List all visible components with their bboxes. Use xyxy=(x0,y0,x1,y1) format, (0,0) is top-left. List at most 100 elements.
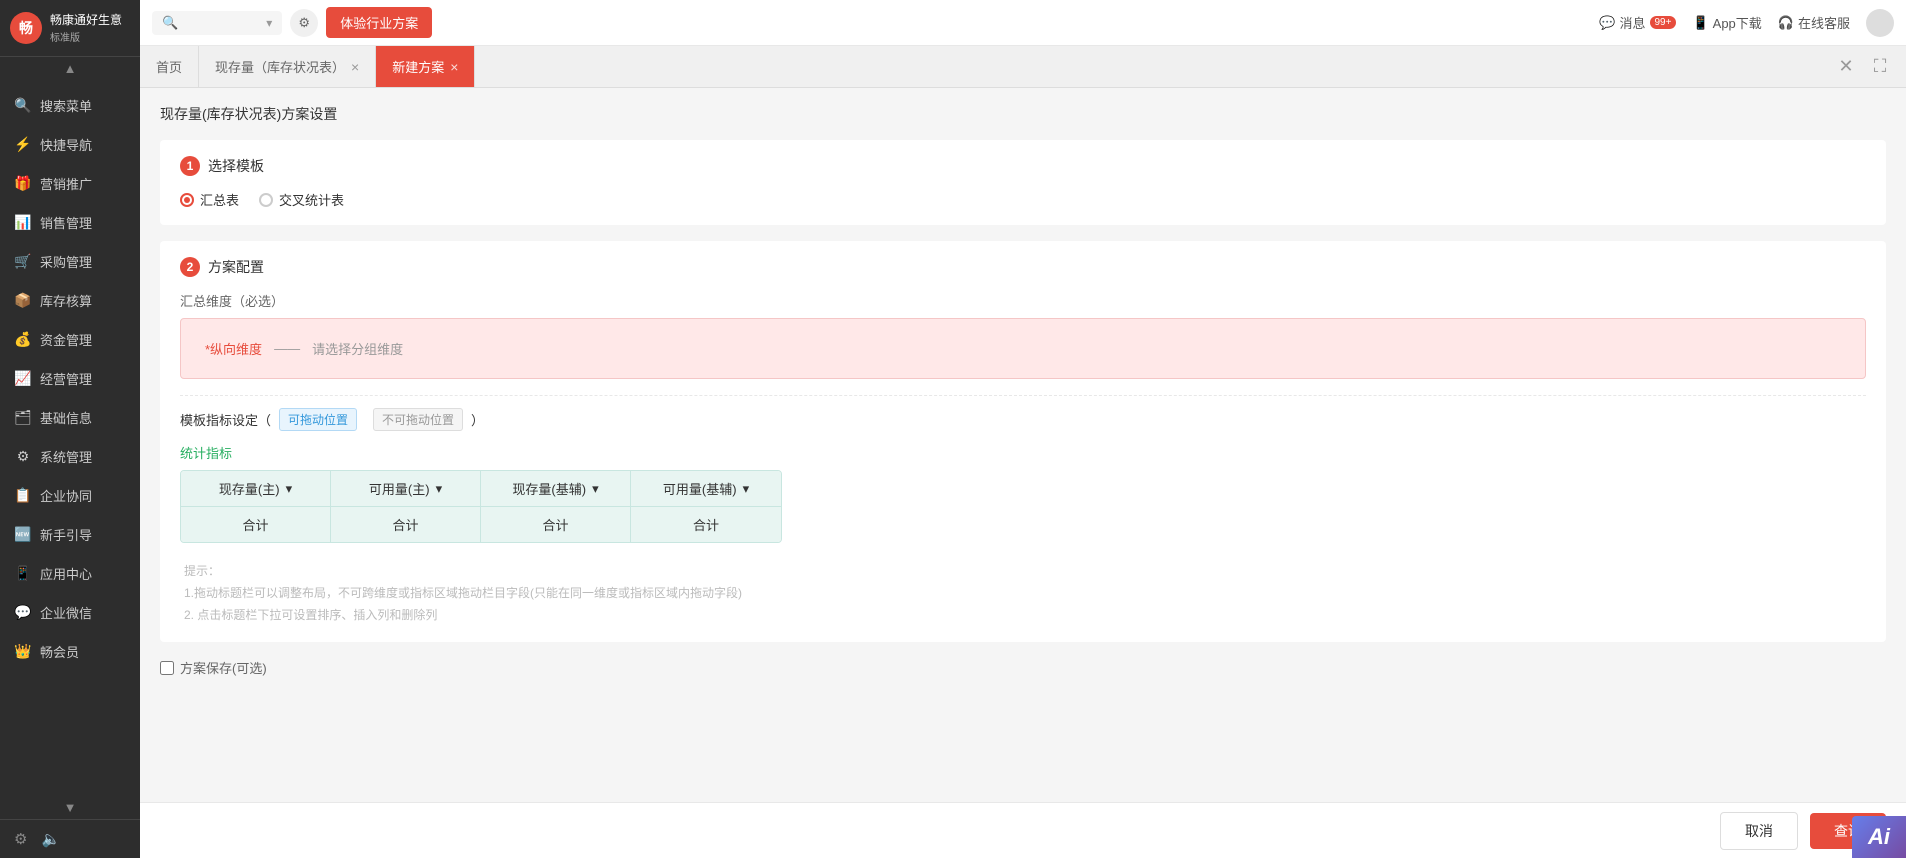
online-service-btn[interactable]: 🎧 在线客服 xyxy=(1778,13,1850,32)
tips-item-0: 1.拖动标题栏可以调整布局，不可跨维度或指标区域拖动栏目字段(只能在同一维度或指… xyxy=(184,583,1862,605)
sidebar-item-guide[interactable]: 🆕 新手引导 xyxy=(0,515,140,554)
stats-col-1-title: 可用量(主) xyxy=(369,479,430,498)
stats-col-2-header: 现存量(基辅) ▾ xyxy=(481,471,630,507)
template-options: 汇总表 交叉统计表 xyxy=(180,190,1866,209)
app-download-btn[interactable]: 📱 App下载 xyxy=(1692,13,1761,32)
tab-new-plan[interactable]: 新建方案 × xyxy=(376,46,475,87)
sidebar-item-system-label: 系统管理 xyxy=(40,447,92,466)
tab-inventory-close[interactable]: × xyxy=(351,60,359,74)
sidebar-item-finance-label: 资金管理 xyxy=(40,330,92,349)
volume-icon[interactable]: 🔈 xyxy=(41,830,60,848)
sidebar-item-marketing-label: 营销推广 xyxy=(40,174,92,193)
stats-table: 现存量(主) ▾ 合计 可用量(主) ▾ 合计 xyxy=(180,470,782,543)
sidebar-item-marketing[interactable]: 🎁 营销推广 xyxy=(0,164,140,203)
metrics-settings-label: 模板指标设定（ 可拖动位置 不可拖动位置 ） xyxy=(180,408,1866,431)
sidebar-item-sales[interactable]: 📊 销售管理 xyxy=(0,203,140,242)
sidebar-item-inventory[interactable]: 📦 库存核算 xyxy=(0,281,140,320)
message-btn[interactable]: 💬 消息 99+ xyxy=(1599,13,1676,32)
sidebar-item-sales-label: 销售管理 xyxy=(40,213,92,232)
online-service-label: 在线客服 xyxy=(1798,13,1850,32)
topbar-search-icon: 🔍 xyxy=(162,15,178,31)
guide-icon: 🆕 xyxy=(14,526,32,544)
headset-icon: 🎧 xyxy=(1778,15,1794,31)
sales-icon: 📊 xyxy=(14,214,32,232)
operations-icon: 📈 xyxy=(14,370,32,388)
stats-col-0-header: 现存量(主) ▾ xyxy=(181,471,330,507)
sidebar-item-finance[interactable]: 💰 资金管理 xyxy=(0,320,140,359)
stats-col-0-body: 合计 xyxy=(181,507,330,542)
sidebar-item-app-center-label: 应用中心 xyxy=(40,564,92,583)
col-3-chevron[interactable]: ▾ xyxy=(743,481,750,497)
tips-section: 提示： 1.拖动标题栏可以调整布局，不可跨维度或指标区域拖动栏目字段(只能在同一… xyxy=(180,562,1866,626)
radio-summary[interactable]: 汇总表 xyxy=(180,190,239,209)
stats-col-0-title: 现存量(主) xyxy=(219,479,280,498)
tab-new-plan-close[interactable]: × xyxy=(450,60,458,74)
radio-summary-btn[interactable] xyxy=(180,193,194,207)
inventory-icon: 📦 xyxy=(14,292,32,310)
topbar-settings-btn[interactable]: ⚙ xyxy=(290,9,318,37)
tabs-bar: 首页 现存量（库存状况表） × 新建方案 × ✕ ⛶ xyxy=(140,46,1906,88)
sidebar-item-quick-nav[interactable]: ⚡ 快捷导航 xyxy=(0,125,140,164)
radio-summary-label: 汇总表 xyxy=(200,190,239,209)
search-icon: 🔍 xyxy=(14,97,32,115)
topbar-right: 💬 消息 99+ 📱 App下载 🎧 在线客服 xyxy=(1599,9,1894,37)
radio-cross[interactable]: 交叉统计表 xyxy=(259,190,344,209)
sidebar-item-guide-label: 新手引导 xyxy=(40,525,92,544)
sidebar-item-vip[interactable]: 👑 畅会员 xyxy=(0,632,140,671)
settings-bottom-icon[interactable]: ⚙ xyxy=(14,830,27,848)
sidebar-item-basic-info[interactable]: 🗂 基础信息 xyxy=(0,398,140,437)
topbar: 🔍 ▾ ⚙ 体验行业方案 💬 消息 99+ 📱 App下载 🎧 在线客服 xyxy=(140,0,1906,46)
topbar-search-input[interactable] xyxy=(182,16,262,30)
window-expand-btn[interactable]: ⛶ xyxy=(1866,53,1894,81)
main-area: 🔍 ▾ ⚙ 体验行业方案 💬 消息 99+ 📱 App下载 🎧 在线客服 xyxy=(140,0,1906,858)
section2-label: 方案配置 xyxy=(208,257,264,277)
purchase-icon: 🛒 xyxy=(14,253,32,271)
sidebar-item-purchase-label: 采购管理 xyxy=(40,252,92,271)
sidebar-item-inventory-label: 库存核算 xyxy=(40,291,92,310)
sidebar-item-search[interactable]: 🔍 搜索菜单 xyxy=(0,86,140,125)
section-template: 1 选择模板 汇总表 交叉统计表 xyxy=(160,140,1886,225)
sidebar-item-enterprise[interactable]: 📋 企业协同 xyxy=(0,476,140,515)
enterprise-icon: 📋 xyxy=(14,487,32,505)
tips-title: 提示： xyxy=(184,562,1862,579)
sidebar-bottom: ⚙ 🔈 xyxy=(0,819,140,858)
sidebar-item-basic-info-label: 基础信息 xyxy=(40,408,92,427)
app-download-label: App下载 xyxy=(1713,13,1762,32)
sidebar-nav: 🔍 搜索菜单 ⚡ 快捷导航 🎁 营销推广 📊 销售管理 🛒 采购管理 📦 库存核… xyxy=(0,80,140,796)
dimension-separator: —— xyxy=(274,341,300,356)
stats-col-2-body: 合计 xyxy=(481,507,630,542)
scroll-down-btn[interactable]: ▼ xyxy=(0,796,140,819)
user-avatar[interactable] xyxy=(1866,9,1894,37)
col-1-chevron[interactable]: ▾ xyxy=(436,481,443,497)
tab-home[interactable]: 首页 xyxy=(140,46,199,87)
sidebar-logo: 畅 畅康通好生意 标准版 xyxy=(0,0,140,57)
window-close-btn[interactable]: ✕ xyxy=(1832,53,1860,81)
message-label: 消息 xyxy=(1619,13,1645,32)
sidebar-item-wechat[interactable]: 💬 企业微信 xyxy=(0,593,140,632)
radio-cross-btn[interactable] xyxy=(259,193,273,207)
tab-inventory-label: 现存量（库存状况表） xyxy=(215,57,345,76)
topbar-dropdown-icon[interactable]: ▾ xyxy=(266,16,272,30)
save-checkbox[interactable] xyxy=(160,661,174,675)
sidebar-item-purchase[interactable]: 🛒 采购管理 xyxy=(0,242,140,281)
sidebar-item-app-center[interactable]: 📱 应用中心 xyxy=(0,554,140,593)
stats-col-0: 现存量(主) ▾ 合计 xyxy=(181,471,331,542)
save-option: 方案保存(可选) xyxy=(160,658,1886,677)
tab-inventory[interactable]: 现存量（库存状况表） × xyxy=(199,46,376,87)
dimension-area: *纵向维度 —— 请选择分组维度 xyxy=(180,318,1866,379)
content-area: 现存量(库存状况表)方案设置 1 选择模板 汇总表 交 xyxy=(140,88,1906,802)
col-0-chevron[interactable]: ▾ xyxy=(286,481,293,497)
stats-col-1-body: 合计 xyxy=(331,507,480,542)
sidebar-item-operations[interactable]: 📈 经营管理 xyxy=(0,359,140,398)
col-2-chevron[interactable]: ▾ xyxy=(592,481,599,497)
logo-icon: 畅 xyxy=(10,12,42,44)
industry-plan-btn[interactable]: 体验行业方案 xyxy=(326,7,432,38)
sidebar-item-system[interactable]: ⚙ 系统管理 xyxy=(0,437,140,476)
app-download-icon: 📱 xyxy=(1692,15,1708,31)
dimension-required: *纵向维度 xyxy=(205,339,262,358)
wechat-icon: 💬 xyxy=(14,604,32,622)
scroll-up-btn[interactable]: ▲ xyxy=(0,57,140,80)
cancel-button[interactable]: 取消 xyxy=(1720,812,1798,850)
metrics-settings: 模板指标设定（ 可拖动位置 不可拖动位置 ） 统计指标 现存量(主) xyxy=(180,408,1866,546)
stats-section-title: 统计指标 xyxy=(180,443,1866,462)
